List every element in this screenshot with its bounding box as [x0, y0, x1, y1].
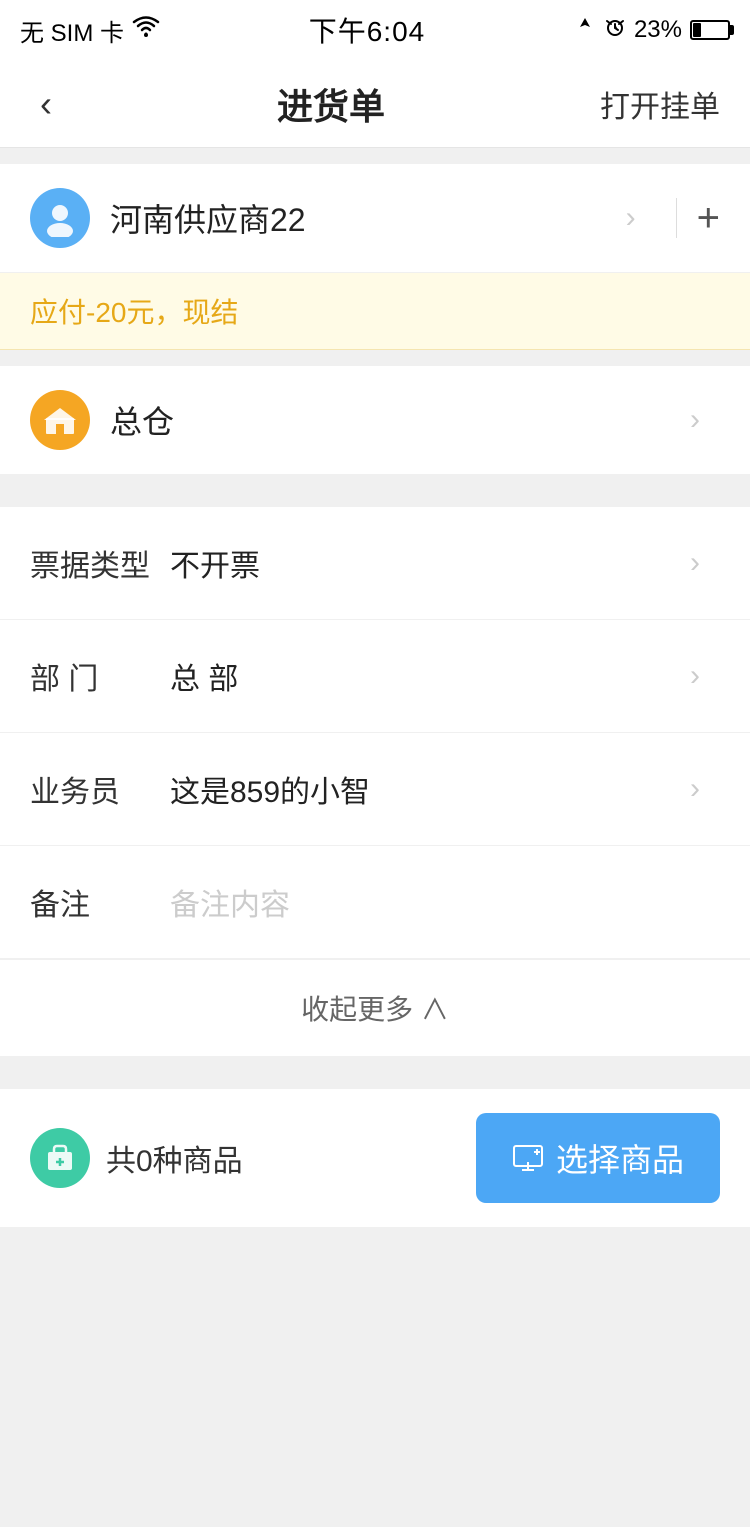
wifi-icon	[132, 16, 160, 45]
invoice-type-chevron-icon: ›	[690, 546, 700, 580]
supplier-name: 河南供应商22	[110, 195, 626, 241]
alarm-icon	[604, 16, 626, 45]
notice-banner: 应付-20元，现结	[0, 273, 750, 350]
carrier-label: 无 SIM 卡	[20, 13, 124, 48]
status-bar: 无 SIM 卡 下午6:04 23%	[0, 0, 750, 60]
salesperson-value: 这是859的小智	[170, 767, 690, 811]
collapse-button[interactable]: 收起更多 ∧	[0, 959, 750, 1056]
supplier-card: 河南供应商22 › + 应付-20元，现结	[0, 164, 750, 350]
remarks-input[interactable]: 备注内容	[170, 880, 720, 924]
product-icon	[30, 1128, 90, 1188]
warehouse-chevron-icon: ›	[690, 403, 700, 437]
department-label: 部 门	[30, 654, 170, 698]
separator-2	[0, 350, 750, 366]
warehouse-icon	[30, 390, 90, 450]
invoice-type-label: 票据类型	[30, 541, 170, 585]
vertical-divider	[676, 198, 677, 238]
department-value: 总 部	[170, 654, 690, 698]
separator-4	[0, 1056, 750, 1072]
invoice-type-row[interactable]: 票据类型 不开票 ›	[0, 507, 750, 620]
department-chevron-icon: ›	[690, 659, 700, 693]
remarks-label: 备注	[30, 880, 170, 924]
footer-area	[0, 1227, 750, 1527]
form-section: 票据类型 不开票 › 部 门 总 部 › 业务员 这是859的小智 › 备注 备…	[0, 507, 750, 1056]
open-pending-button[interactable]: 打开挂单	[600, 82, 720, 126]
product-count-text: 共0种商品	[106, 1136, 243, 1180]
remarks-row[interactable]: 备注 备注内容	[0, 846, 750, 959]
product-count-wrap: 共0种商品	[30, 1128, 243, 1188]
warehouse-row[interactable]: 总仓 ›	[0, 366, 750, 475]
warehouse-card: 总仓 ›	[0, 366, 750, 475]
add-supplier-button[interactable]: +	[697, 196, 720, 241]
salesperson-chevron-icon: ›	[690, 772, 700, 806]
page-title: 进货单	[277, 78, 385, 130]
salesperson-row[interactable]: 业务员 这是859的小智 ›	[0, 733, 750, 846]
gps-icon	[574, 16, 596, 45]
salesperson-label: 业务员	[30, 767, 170, 811]
status-right: 23%	[574, 16, 730, 45]
bottom-bar: 共0种商品 选择商品	[0, 1088, 750, 1227]
battery-icon	[690, 20, 730, 40]
separator-1	[0, 148, 750, 164]
status-left: 无 SIM 卡	[20, 13, 160, 48]
invoice-type-value: 不开票	[170, 541, 690, 585]
warehouse-name: 总仓	[110, 397, 690, 443]
status-time: 下午6:04	[309, 10, 426, 50]
nav-bar: ‹ 进货单 打开挂单	[0, 60, 750, 148]
select-product-label: 选择商品	[556, 1135, 684, 1181]
battery-percent: 23%	[634, 16, 682, 44]
department-row[interactable]: 部 门 总 部 ›	[0, 620, 750, 733]
back-button[interactable]: ‹	[30, 73, 62, 135]
supplier-chevron-icon: ›	[626, 201, 636, 235]
supplier-row[interactable]: 河南供应商22 › +	[0, 164, 750, 273]
supplier-avatar	[30, 188, 90, 248]
separator-3	[0, 475, 750, 491]
select-product-button[interactable]: 选择商品	[476, 1113, 720, 1203]
